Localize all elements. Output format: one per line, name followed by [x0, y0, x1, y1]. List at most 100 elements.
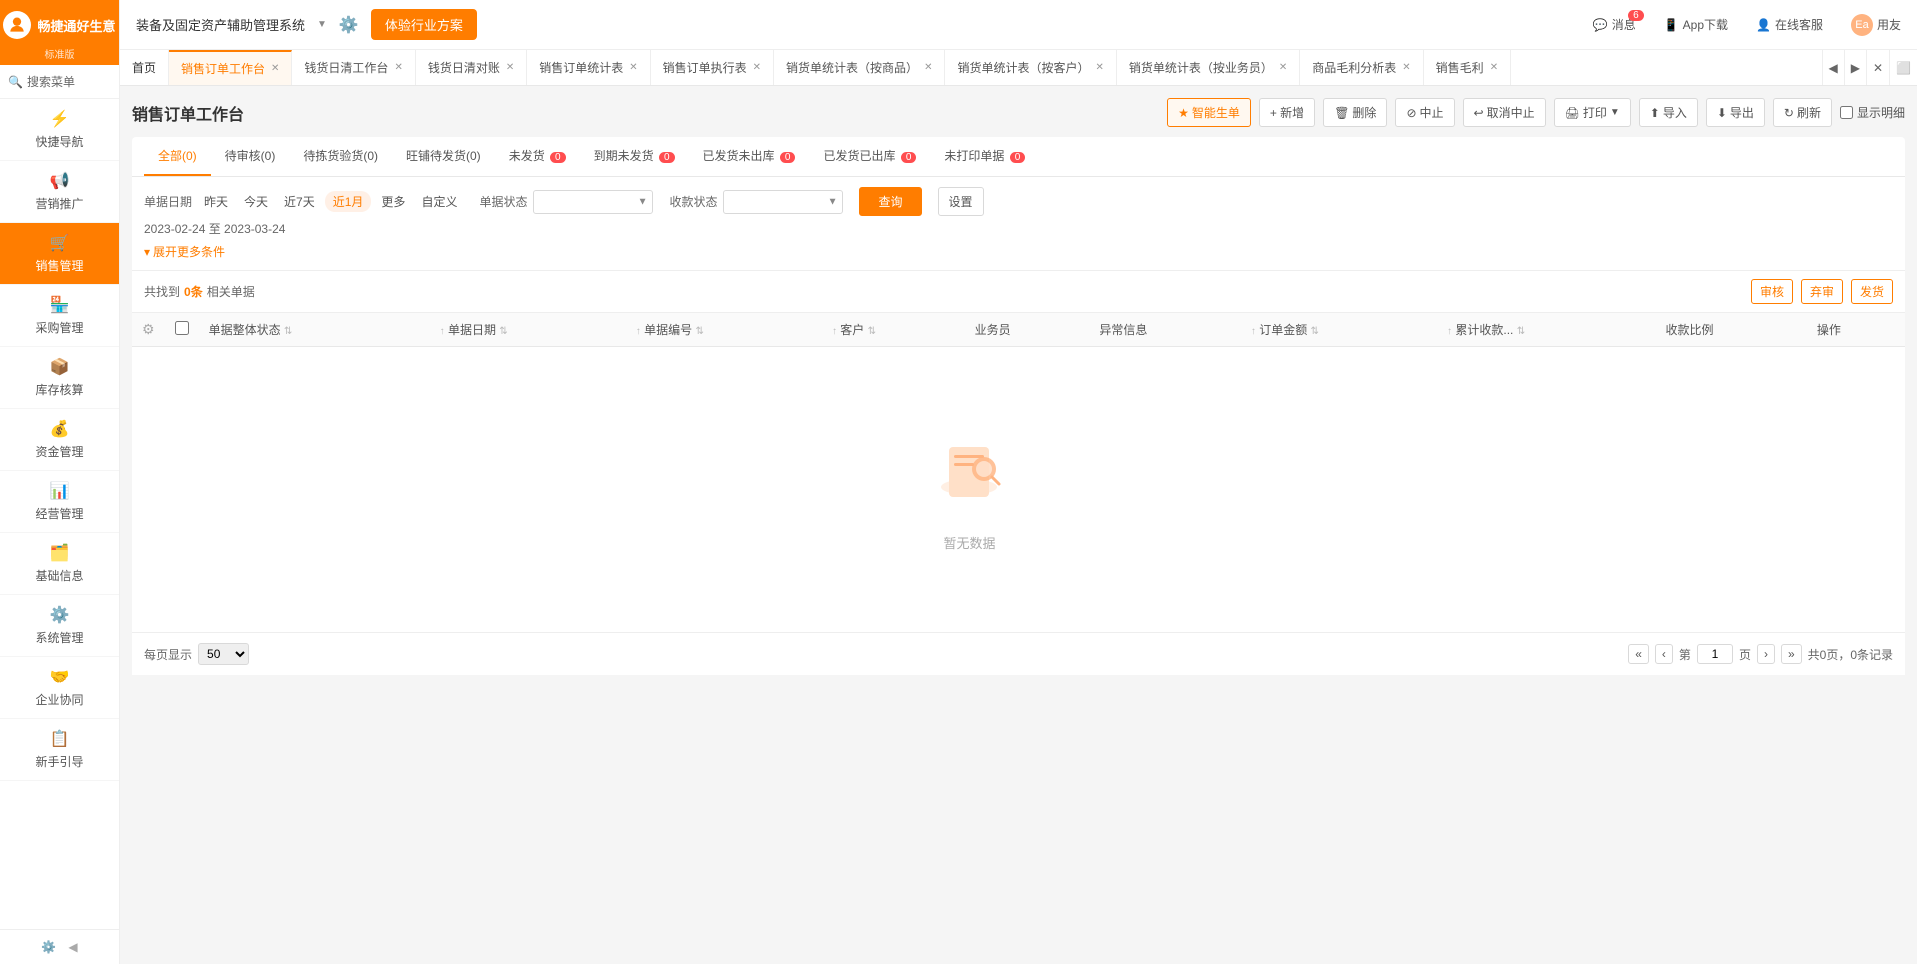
- next-page-btn[interactable]: ›: [1757, 644, 1775, 664]
- ship-batch-btn[interactable]: 发货: [1851, 279, 1893, 304]
- delete-btn[interactable]: 🗑 删除: [1323, 98, 1387, 127]
- online-service-btn[interactable]: 👤 在线客服: [1756, 16, 1823, 33]
- first-page-btn[interactable]: «: [1628, 644, 1649, 664]
- setting-btn[interactable]: 设置: [938, 187, 984, 216]
- filter-tab-not-shipped[interactable]: 未发货 0: [495, 137, 580, 176]
- sort-date-icon-up[interactable]: ↑: [440, 326, 445, 337]
- prev-page-btn[interactable]: ‹: [1655, 644, 1673, 664]
- tab-close-cash-reconcile[interactable]: ✕: [506, 62, 514, 73]
- date-btn-custom[interactable]: 自定义: [415, 191, 463, 212]
- export-btn[interactable]: ⬇ 导出: [1706, 98, 1765, 127]
- sidebar-item-inventory[interactable]: 📦 库存核算: [0, 347, 119, 409]
- user-btn[interactable]: Ea 用友: [1851, 14, 1901, 36]
- sort-amount-icon[interactable]: ⇅: [1311, 326, 1319, 337]
- filter-tab-pending-inspect[interactable]: 待拣货验货(0): [289, 137, 392, 176]
- tab-close-sales-stats[interactable]: ✕: [629, 62, 637, 73]
- sort-collected-icon[interactable]: ⇅: [1517, 326, 1525, 337]
- sort-status-icon[interactable]: ⇅: [284, 326, 292, 337]
- tab-sales-stats[interactable]: 销售订单统计表 ✕: [527, 50, 650, 86]
- tab-sales-workbench[interactable]: 销售订单工作台 ✕: [169, 50, 292, 86]
- show-detail-label[interactable]: 显示明细: [1840, 104, 1905, 121]
- show-detail-checkbox[interactable]: [1840, 106, 1853, 119]
- filter-tab-pending-review[interactable]: 待审核(0): [211, 137, 290, 176]
- tab-close-sales-workbench[interactable]: ✕: [271, 63, 279, 74]
- sidebar-item-basic-info[interactable]: 🗂️ 基础信息: [0, 533, 119, 595]
- tab-sales-by-product[interactable]: 销货单统计表（按商品） ✕: [774, 50, 945, 86]
- tab-close-sales-more[interactable]: ✕: [1490, 62, 1498, 73]
- tab-cash-reconcile[interactable]: 钱货日清对账 ✕: [416, 50, 527, 86]
- tab-close-sales-by-product[interactable]: ✕: [924, 62, 932, 73]
- tab-sales-by-customer[interactable]: 销货单统计表（按客户） ✕: [945, 50, 1116, 86]
- sidebar-item-marketing[interactable]: 📢 营销推广: [0, 161, 119, 223]
- tab-close-margin-analysis[interactable]: ✕: [1402, 62, 1410, 73]
- filter-tab-overdue[interactable]: 到期未发货 0: [580, 137, 689, 176]
- tab-prev-btn[interactable]: ◀: [1822, 50, 1844, 86]
- sidebar-search[interactable]: 🔍 搜索菜单: [0, 65, 119, 99]
- tab-cash-daily[interactable]: 钱货日清工作台 ✕: [292, 50, 415, 86]
- review-batch-btn[interactable]: 审核: [1751, 279, 1793, 304]
- per-page-select[interactable]: 10 20 50 100: [198, 643, 249, 665]
- suspend-btn[interactable]: ⊘ 中止: [1395, 98, 1454, 127]
- tab-sales-exec[interactable]: 销售订单执行表 ✕: [651, 50, 774, 86]
- page-number-input[interactable]: [1697, 644, 1733, 664]
- sort-customer-icon[interactable]: ⇅: [868, 326, 876, 337]
- date-btn-more[interactable]: 更多: [375, 191, 411, 212]
- settings-bottom-icon[interactable]: ⚙️: [41, 940, 56, 954]
- sidebar-item-finance[interactable]: 💰 资金管理: [0, 409, 119, 471]
- tab-margin-analysis[interactable]: 商品毛利分析表 ✕: [1300, 50, 1423, 86]
- message-btn[interactable]: 💬 消息 6: [1593, 16, 1636, 33]
- sidebar-item-guide[interactable]: 📋 新手引导: [0, 719, 119, 781]
- sort-number-icon-up[interactable]: ↑: [636, 326, 641, 337]
- payment-select[interactable]: [723, 190, 843, 214]
- date-btn-1month[interactable]: 近1月: [325, 191, 372, 212]
- sidebar-item-operations[interactable]: 📊 经营管理: [0, 471, 119, 533]
- filter-tab-wangpu[interactable]: 旺铺待发货(0): [392, 137, 495, 176]
- cancel-review-batch-btn[interactable]: 弃审: [1801, 279, 1843, 304]
- last-page-btn[interactable]: »: [1781, 644, 1802, 664]
- col-settings-icon[interactable]: ⚙: [142, 321, 155, 337]
- tab-close-sales-by-staff[interactable]: ✕: [1279, 62, 1287, 73]
- experience-button[interactable]: 体验行业方案: [371, 9, 477, 40]
- tab-next-btn[interactable]: ▶: [1844, 50, 1866, 86]
- sidebar-item-system[interactable]: ⚙️ 系统管理: [0, 595, 119, 657]
- tab-maximize-btn[interactable]: ⬜: [1889, 50, 1917, 86]
- date-btn-yesterday[interactable]: 昨天: [198, 191, 234, 212]
- status-select[interactable]: [533, 190, 653, 214]
- date-btn-7days[interactable]: 近7天: [278, 191, 321, 212]
- tab-close-sales-exec[interactable]: ✕: [753, 62, 761, 73]
- sidebar-item-enterprise[interactable]: 🤝 企业协同: [0, 657, 119, 719]
- query-btn[interactable]: 查询: [859, 187, 921, 216]
- import-btn[interactable]: ⬆ 导入: [1639, 98, 1698, 127]
- tab-close-all-btn[interactable]: ✕: [1866, 50, 1889, 86]
- sort-amount-icon-up[interactable]: ↑: [1251, 326, 1256, 337]
- sort-date-icon[interactable]: ⇅: [499, 326, 507, 337]
- refresh-btn[interactable]: ↻ 刷新: [1773, 98, 1832, 127]
- collapse-icon[interactable]: ◀: [68, 940, 77, 954]
- tab-home[interactable]: 首页: [120, 50, 169, 86]
- tab-sales-more[interactable]: 销售毛利 ✕: [1424, 50, 1511, 86]
- print-btn[interactable]: 🖨 打印 ▼: [1554, 98, 1631, 127]
- gear-settings[interactable]: ⚙️: [339, 15, 359, 35]
- filter-tab-all[interactable]: 全部(0): [144, 137, 211, 176]
- select-all-checkbox[interactable]: [175, 321, 189, 335]
- tab-close-cash-daily[interactable]: ✕: [394, 62, 402, 73]
- sidebar-item-quick-nav[interactable]: ⚡ 快捷导航: [0, 99, 119, 161]
- tab-sales-by-staff[interactable]: 销货单统计表（按业务员） ✕: [1117, 50, 1300, 86]
- smart-create-btn[interactable]: ★ 智能生单: [1167, 98, 1251, 127]
- filter-tab-shipped-not-warehouse[interactable]: 已发货未出库 0: [689, 137, 810, 176]
- cancel-suspend-btn[interactable]: ↩ 取消中止: [1463, 98, 1546, 127]
- dropdown-arrow[interactable]: ▼: [317, 19, 327, 30]
- filter-tab-shipped-out-warehouse[interactable]: 已发货已出库 0: [809, 137, 930, 176]
- sort-number-icon[interactable]: ⇅: [695, 326, 703, 337]
- sort-collected-icon-up[interactable]: ↑: [1447, 326, 1452, 337]
- tab-close-sales-by-customer[interactable]: ✕: [1095, 62, 1103, 73]
- add-btn[interactable]: + 新增: [1259, 98, 1315, 127]
- sidebar-item-sales[interactable]: 🛒 销售管理: [0, 223, 119, 285]
- sort-customer-icon-up[interactable]: ↑: [832, 326, 837, 337]
- date-btn-today[interactable]: 今天: [238, 191, 274, 212]
- table-header: ⚙ 单据整体状态 ⇅ ↑ 单据日期 ⇅: [132, 313, 1905, 347]
- app-download-btn[interactable]: 📱 App下载: [1664, 16, 1728, 33]
- sidebar-item-purchase[interactable]: 🏪 采购管理: [0, 285, 119, 347]
- expand-btn[interactable]: ▾ 展开更多条件: [144, 243, 1893, 260]
- filter-tab-not-printed[interactable]: 未打印单据 0: [930, 137, 1039, 176]
